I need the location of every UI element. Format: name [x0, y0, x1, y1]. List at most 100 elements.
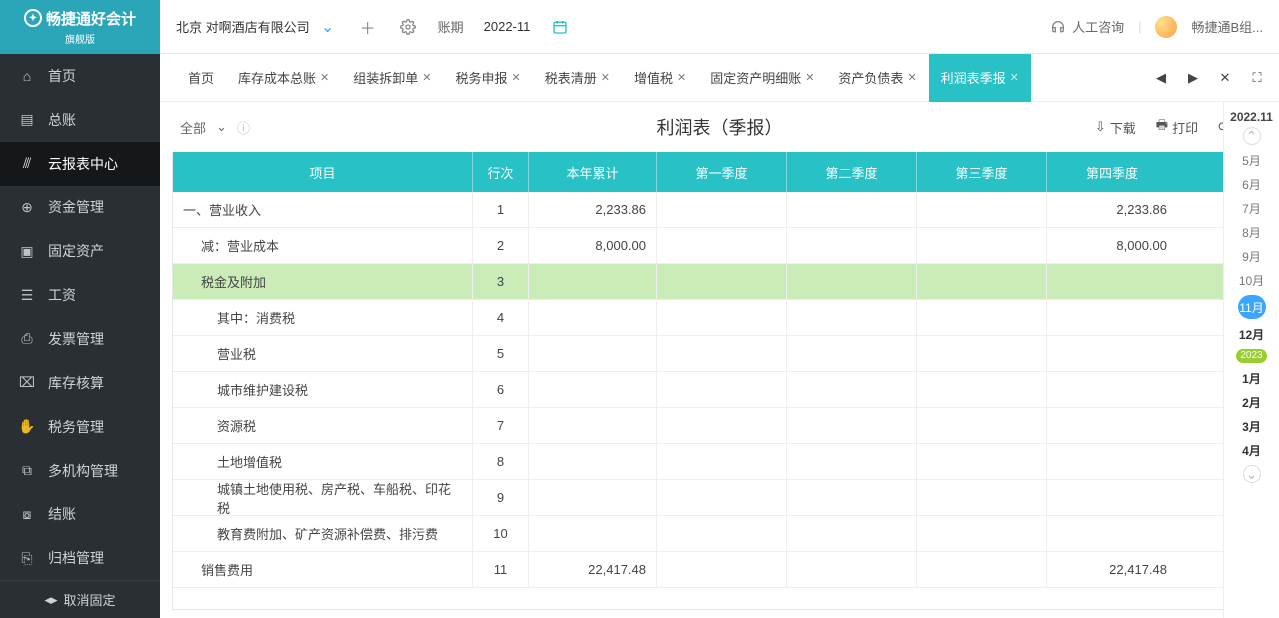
cell-q1	[657, 480, 787, 515]
tab-首页[interactable]: 首页	[176, 54, 226, 102]
close-icon[interactable]: ✕	[320, 71, 329, 84]
sidebar-item-ledger[interactable]: ▤总账	[0, 98, 160, 142]
tab-资产负债表[interactable]: 资产负债表✕	[826, 54, 928, 102]
tab-利润表季报[interactable]: 利润表季报✕	[929, 54, 1031, 102]
rail-month[interactable]: 8月	[1238, 220, 1266, 244]
rail-down[interactable]: ⌄	[1243, 465, 1261, 483]
rail-month-12[interactable]: 12月	[1238, 322, 1266, 346]
gear-icon[interactable]	[398, 17, 418, 37]
brand-logo-icon: ✦	[24, 9, 42, 27]
cell-q4	[1047, 336, 1177, 371]
unpin-icon: ◂▸	[44, 592, 57, 608]
close-icon[interactable]: ✕	[422, 71, 431, 84]
tab-组装拆卸单[interactable]: 组装拆卸单 ✕	[341, 54, 443, 102]
filter-select[interactable]: 全部 ⌄ ⓘ	[180, 118, 250, 137]
sidebar-item-tax[interactable]: ✋税务管理	[0, 405, 160, 449]
user-name: 畅捷通B组...	[1191, 17, 1263, 36]
sidebar-item-home[interactable]: ⌂首页	[0, 54, 160, 98]
cell-q1	[657, 336, 787, 371]
cell-q3	[917, 408, 1047, 443]
tab-税表清册[interactable]: 税表清册✕	[533, 54, 622, 102]
cell-q3	[917, 336, 1047, 371]
tab-label: 首页	[188, 68, 214, 87]
sidebar-item-close[interactable]: ⧇结账	[0, 492, 160, 536]
rail-up[interactable]: ⌃	[1243, 127, 1261, 145]
cell-rownum: 9	[473, 480, 529, 515]
cell-q4	[1047, 408, 1177, 443]
rail-month-active[interactable]: 11月	[1238, 295, 1266, 319]
chevron-down-icon: ⌄	[216, 119, 227, 135]
table-row[interactable]: 土地增值税 8	[173, 444, 1266, 480]
add-button[interactable]: ＋	[358, 17, 378, 37]
sidebar-item-label: 工资	[48, 285, 76, 305]
cell-q4: 2,233.86	[1047, 192, 1177, 227]
fullscreen-icon[interactable]: ⛶	[1243, 64, 1271, 92]
sidebar-item-salary[interactable]: ☰ 工资	[0, 273, 160, 317]
table-row[interactable]: 税金及附加 3	[173, 264, 1266, 300]
table-row[interactable]: 减：营业成本 2 8,000.00 8,000.00	[173, 228, 1266, 264]
rail-month[interactable]: 2月	[1238, 390, 1266, 414]
sidebar-item-invoice[interactable]: ⎙发票管理	[0, 317, 160, 361]
rail-month[interactable]: 10月	[1238, 268, 1266, 292]
rail-month[interactable]: 9月	[1238, 244, 1266, 268]
close-icon[interactable]: ✕	[601, 71, 610, 84]
cell-rownum: 4	[473, 300, 529, 335]
print-button[interactable]: 🖶 打印	[1156, 116, 1198, 138]
rail-month[interactable]: 1月	[1238, 366, 1266, 390]
cell-year	[529, 336, 657, 371]
table-row[interactable]: 城市维护建设税 6	[173, 372, 1266, 408]
cell-q1	[657, 552, 787, 587]
sidebar-item-stock[interactable]: ⌧库存核算	[0, 361, 160, 405]
close-icon[interactable]: ✕	[1010, 71, 1019, 84]
table-row[interactable]: 营业税 5	[173, 336, 1266, 372]
tab-close-all[interactable]: ✕	[1211, 64, 1239, 92]
tab-库存成本总账[interactable]: 库存成本总账✕	[226, 54, 341, 102]
stock-icon: ⌧	[18, 374, 36, 391]
cell-q4	[1047, 300, 1177, 335]
rail-month[interactable]: 3月	[1238, 414, 1266, 438]
table-row[interactable]: 销售费用 11 22,417.48 22,417.48	[173, 552, 1266, 588]
cell-q1	[657, 192, 787, 227]
calendar-icon[interactable]	[550, 17, 570, 37]
period-label: 账期	[438, 17, 464, 36]
cell-item: 减：营业成本	[173, 228, 473, 263]
tab-label: 组装拆卸单	[353, 68, 418, 87]
sidebar-item-org[interactable]: ⧉多机构管理	[0, 449, 160, 493]
download-button[interactable]: ⇩ 下载	[1095, 118, 1136, 137]
tab-增值税[interactable]: 增值税 ✕	[622, 54, 698, 102]
avatar[interactable]	[1155, 16, 1177, 38]
tab-label: 增值税	[634, 68, 673, 87]
table-row[interactable]: 城镇土地使用税、房产税、车船税、印花税 9	[173, 480, 1266, 516]
rail-month[interactable]: 7月	[1238, 196, 1266, 220]
table-row[interactable]: 资源税 7	[173, 408, 1266, 444]
rail-month[interactable]: 6月	[1238, 172, 1266, 196]
print-label: 打印	[1172, 118, 1198, 137]
help-icon[interactable]: ⓘ	[237, 118, 250, 137]
company-select[interactable]: 北京 对啊酒店有限公司 ⌄	[176, 17, 338, 37]
table-row[interactable]: 教育费附加、矿产资源补偿费、排污费 10	[173, 516, 1266, 552]
sidebar-item-asset[interactable]: ▣固定资产	[0, 229, 160, 273]
cell-q1	[657, 264, 787, 299]
cell-rownum: 8	[473, 444, 529, 479]
tab-税务申报[interactable]: 税务申报✕	[443, 54, 532, 102]
report-icon: ⫻	[18, 155, 36, 172]
close-icon[interactable]: ✕	[677, 71, 686, 84]
table-row[interactable]: 其中：消费税 4	[173, 300, 1266, 336]
close-icon[interactable]: ✕	[805, 71, 814, 84]
rail-month[interactable]: 4月	[1238, 438, 1266, 462]
cell-item: 其中：消费税	[173, 300, 473, 335]
close-icon[interactable]: ✕	[907, 71, 916, 84]
consult-button[interactable]: 人工咨询	[1050, 17, 1124, 36]
rail-month[interactable]: 5月	[1238, 148, 1266, 172]
sidebar-item-archive[interactable]: ⎘归档管理	[0, 536, 160, 580]
cell-q3	[917, 552, 1047, 587]
sidebar-item-funds[interactable]: ⊕资金管理	[0, 186, 160, 230]
sidebar-unpin[interactable]: ◂▸取消固定	[0, 580, 160, 618]
sidebar-item-report[interactable]: ⫻云报表中心	[0, 142, 160, 186]
tab-scroll-left[interactable]: ◀	[1147, 64, 1175, 92]
salary-icon: ☰	[18, 287, 36, 304]
close-icon[interactable]: ✕	[512, 71, 521, 84]
tab-固定资产明细账[interactable]: 固定资产明细账✕	[698, 54, 826, 102]
table-row[interactable]: 一、营业收入 1 2,233.86 2,233.86	[173, 192, 1266, 228]
tab-scroll-right[interactable]: ▶	[1179, 64, 1207, 92]
